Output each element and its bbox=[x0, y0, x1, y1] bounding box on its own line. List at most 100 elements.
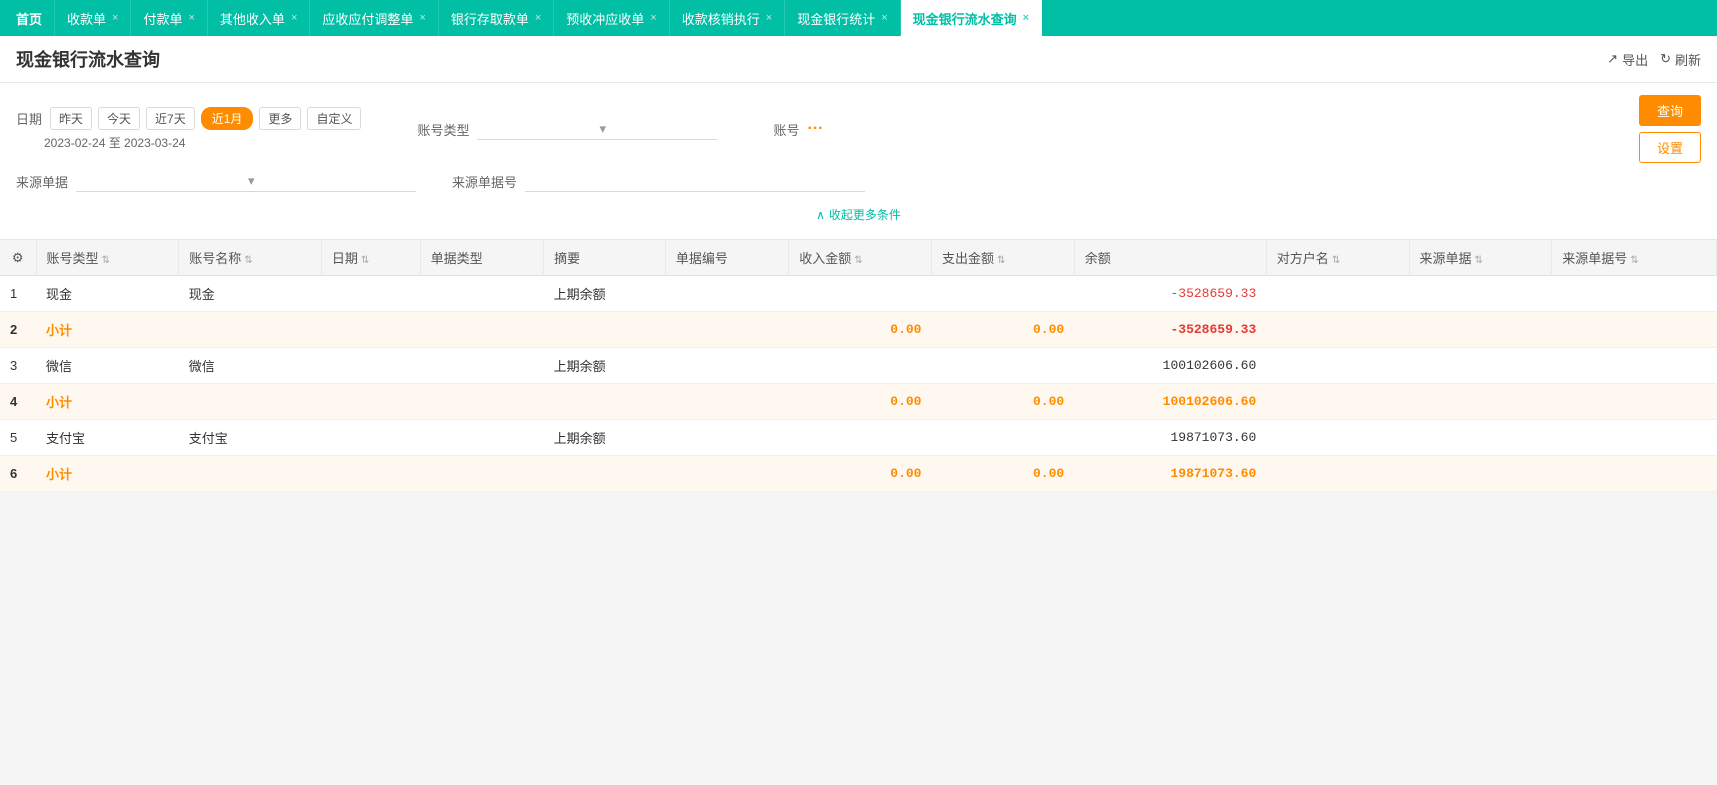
cell-doc-type bbox=[420, 312, 543, 348]
column-date[interactable]: 日期⇅ bbox=[321, 240, 420, 276]
source-doc-select[interactable]: ▾ bbox=[76, 171, 416, 192]
data-table: ⚙ 账号类型⇅ 账号名称⇅ 日期⇅ 单据类型 摘要 单据编号 收入金额⇅ 支出金… bbox=[0, 240, 1717, 492]
account-dots-button[interactable]: ··· bbox=[807, 120, 823, 138]
account-type-select[interactable]: ▾ bbox=[477, 119, 717, 140]
sort-icon: ⇅ bbox=[997, 255, 1005, 266]
date-more[interactable]: 更多 bbox=[259, 107, 301, 130]
column-source-doc[interactable]: 来源单据⇅ bbox=[1409, 240, 1552, 276]
top-nav: 首页 收款单 × 付款单 × 其他收入单 × 应收应付调整单 × 银行存取款单 … bbox=[0, 0, 1717, 36]
page-title: 现金银行流水查询 bbox=[16, 46, 160, 72]
cell-source-doc bbox=[1409, 348, 1552, 384]
column-account-type[interactable]: 账号类型⇅ bbox=[36, 240, 179, 276]
column-summary[interactable]: 摘要 bbox=[544, 240, 666, 276]
refresh-icon: ↻ bbox=[1660, 51, 1671, 67]
cell-counterpart bbox=[1266, 456, 1409, 492]
table-row: 4 小计 0.00 0.00 100102606.60 bbox=[0, 384, 1717, 420]
close-icon[interactable]: × bbox=[112, 12, 118, 24]
close-icon[interactable]: × bbox=[535, 12, 541, 24]
cell-source-doc bbox=[1409, 276, 1552, 312]
nav-tab-6[interactable]: 预收冲应收单 × bbox=[554, 0, 669, 36]
cell-source-doc-no bbox=[1552, 420, 1717, 456]
close-icon[interactable]: × bbox=[419, 12, 425, 24]
column-income[interactable]: 收入金额⇅ bbox=[789, 240, 932, 276]
nav-tab-5[interactable]: 银行存取款单 × bbox=[439, 0, 554, 36]
date-yesterday[interactable]: 昨天 bbox=[50, 107, 92, 130]
cell-date bbox=[321, 420, 420, 456]
nav-home[interactable]: 首页 bbox=[4, 0, 55, 36]
close-icon[interactable]: × bbox=[188, 12, 194, 24]
cell-account-name bbox=[179, 312, 322, 348]
filter-row-2: 来源单据 ▾ 来源单据号 bbox=[16, 171, 1701, 192]
nav-tab-2[interactable]: 付款单 × bbox=[131, 0, 207, 36]
source-doc-label: 来源单据 bbox=[16, 172, 68, 191]
cell-account-name: 支付宝 bbox=[179, 420, 322, 456]
column-expense[interactable]: 支出金额⇅ bbox=[931, 240, 1074, 276]
cell-account-type: 小计 bbox=[36, 384, 179, 420]
refresh-button[interactable]: ↻ 刷新 bbox=[1660, 50, 1701, 69]
close-icon[interactable]: × bbox=[291, 12, 297, 24]
settings-button[interactable]: 设置 bbox=[1639, 132, 1701, 163]
table-row: 3 微信 微信 上期余额 100102606.60 bbox=[0, 348, 1717, 384]
cell-expense bbox=[931, 348, 1074, 384]
nav-tab-8[interactable]: 现金银行统计 × bbox=[785, 0, 900, 36]
close-icon[interactable]: × bbox=[1023, 12, 1029, 24]
sort-icon: ⇅ bbox=[361, 255, 369, 266]
action-buttons: 查询 设置 bbox=[1639, 95, 1701, 163]
cell-source-doc-no bbox=[1552, 312, 1717, 348]
cell-source-doc bbox=[1409, 312, 1552, 348]
nav-tab-4[interactable]: 应收应付调整单 × bbox=[310, 0, 438, 36]
cell-balance: 19871073.60 bbox=[1074, 420, 1266, 456]
cell-source-doc-no bbox=[1552, 276, 1717, 312]
filter-area: 日期 昨天 今天 近7天 近1月 更多 自定义 2023-02-24 至 202… bbox=[0, 83, 1717, 240]
close-icon[interactable]: × bbox=[881, 12, 887, 24]
cell-account-name: 现金 bbox=[179, 276, 322, 312]
nav-tab-3[interactable]: 其他收入单 × bbox=[208, 0, 310, 36]
cell-balance: -3528659.33 bbox=[1074, 312, 1266, 348]
cell-account-type: 小计 bbox=[36, 456, 179, 492]
close-icon[interactable]: × bbox=[766, 12, 772, 24]
cell-source-doc-no bbox=[1552, 456, 1717, 492]
column-account-name[interactable]: 账号名称⇅ bbox=[179, 240, 322, 276]
column-counterpart[interactable]: 对方户名⇅ bbox=[1266, 240, 1409, 276]
table-row: 1 现金 现金 上期余额 -3528659.33 bbox=[0, 276, 1717, 312]
cell-source-doc bbox=[1409, 456, 1552, 492]
cell-summary: 上期余额 bbox=[544, 420, 666, 456]
sort-icon: ⇅ bbox=[854, 255, 862, 266]
nav-tab-1[interactable]: 收款单 × bbox=[55, 0, 131, 36]
column-gear[interactable]: ⚙ bbox=[0, 240, 36, 276]
export-button[interactable]: ↗ 导出 bbox=[1607, 50, 1648, 69]
collapse-bar[interactable]: ∧ 收起更多条件 bbox=[16, 200, 1701, 227]
date-today[interactable]: 今天 bbox=[98, 107, 140, 130]
source-doc-no-input[interactable] bbox=[525, 172, 865, 192]
close-icon[interactable]: × bbox=[650, 12, 656, 24]
column-doc-no[interactable]: 单据编号 bbox=[665, 240, 788, 276]
cell-index: 1 bbox=[0, 276, 36, 312]
date-options: 昨天 今天 近7天 近1月 更多 自定义 bbox=[50, 107, 361, 130]
table-body: 1 现金 现金 上期余额 -3528659.33 2 小计 0.00 0.00 … bbox=[0, 276, 1717, 492]
collapse-label: 收起更多条件 bbox=[829, 206, 901, 223]
column-balance[interactable]: 余额 bbox=[1074, 240, 1266, 276]
cell-date bbox=[321, 276, 420, 312]
cell-source-doc-no bbox=[1552, 348, 1717, 384]
date-1month[interactable]: 近1月 bbox=[201, 107, 254, 130]
filter-row-1: 日期 昨天 今天 近7天 近1月 更多 自定义 2023-02-24 至 202… bbox=[16, 95, 1701, 163]
cell-doc-no bbox=[665, 312, 788, 348]
cell-account-type: 微信 bbox=[36, 348, 179, 384]
column-source-doc-no[interactable]: 来源单据号⇅ bbox=[1552, 240, 1717, 276]
cell-doc-type bbox=[420, 276, 543, 312]
cell-source-doc-no bbox=[1552, 384, 1717, 420]
column-doc-type[interactable]: 单据类型 bbox=[420, 240, 543, 276]
table-row: 6 小计 0.00 0.00 19871073.60 bbox=[0, 456, 1717, 492]
cell-income: 0.00 bbox=[789, 456, 932, 492]
cell-doc-type bbox=[420, 456, 543, 492]
nav-tab-7[interactable]: 收款核销执行 × bbox=[670, 0, 785, 36]
date-range: 2023-02-24 至 2023-03-24 bbox=[44, 134, 185, 151]
date-7days[interactable]: 近7天 bbox=[146, 107, 195, 130]
cell-account-name: 微信 bbox=[179, 348, 322, 384]
cell-summary bbox=[544, 456, 666, 492]
nav-tab-9[interactable]: 现金银行流水查询 × bbox=[901, 0, 1042, 36]
date-custom[interactable]: 自定义 bbox=[307, 107, 361, 130]
cell-doc-type bbox=[420, 348, 543, 384]
cell-doc-type bbox=[420, 384, 543, 420]
query-button[interactable]: 查询 bbox=[1639, 95, 1701, 126]
